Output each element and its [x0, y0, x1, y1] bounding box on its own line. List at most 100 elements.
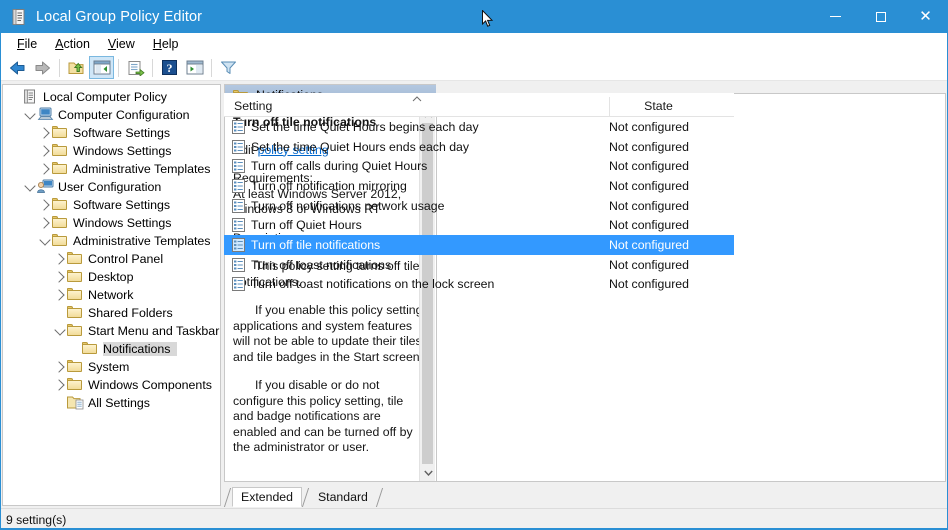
chevron-down-icon[interactable] — [22, 178, 37, 196]
console-tree-pane[interactable]: Local Computer Policy Computer Configurat… — [2, 84, 221, 506]
minimize-button[interactable] — [813, 0, 858, 33]
chevron-right-icon[interactable] — [37, 214, 52, 232]
table-row[interactable]: Turn off tile notifications Not configure… — [224, 235, 734, 255]
menu-file[interactable]: File — [8, 35, 46, 53]
tab-leading-slash — [224, 487, 232, 507]
cell-state: Not configured — [609, 257, 689, 272]
tree-item-label: Start Menu and Taskbar — [88, 324, 220, 338]
tree-item-label: Administrative Templates — [73, 162, 211, 176]
show-hide-action-pane-icon[interactable] — [182, 56, 207, 79]
tree-item-all-settings[interactable]: All Settings — [3, 394, 220, 412]
maximize-button[interactable] — [858, 0, 903, 33]
back-icon[interactable] — [5, 56, 30, 79]
chevron-right-icon[interactable] — [52, 376, 67, 394]
table-row[interactable]: Turn off calls during Quiet Hours Not con… — [224, 156, 734, 176]
local-group-policy-editor-window: Local Group Policy Editor ✕ File Action … — [0, 0, 948, 530]
tree-item-administrative-templates[interactable]: Administrative Templates — [3, 232, 220, 250]
column-header-state-label: State — [644, 99, 673, 113]
tree-item-label: Desktop — [88, 270, 134, 284]
menu-view[interactable]: View — [99, 35, 144, 53]
cell-state: Not configured — [609, 119, 689, 134]
tree-item-software-settings[interactable]: Software Settings — [3, 124, 220, 142]
tree-item-shared-folders[interactable]: Shared Folders — [3, 304, 220, 322]
table-row[interactable]: Turn off Quiet Hours Not configured — [224, 215, 734, 235]
folder-icon — [67, 305, 84, 321]
setting-name: Turn off toast notifications — [251, 257, 392, 272]
menu-help[interactable]: Help — [144, 35, 188, 53]
all-settings-icon — [67, 395, 84, 411]
chevron-down-icon[interactable] — [22, 106, 37, 124]
export-list-icon[interactable] — [123, 56, 148, 79]
cell-setting: Turn off calls during Quiet Hours — [224, 159, 609, 174]
cell-state: Not configured — [609, 159, 689, 174]
filter-icon[interactable] — [216, 56, 241, 79]
tab-extended[interactable]: Extended — [232, 487, 302, 507]
tree-item-user-configuration[interactable]: User Configuration — [3, 178, 220, 196]
folder-icon — [67, 287, 84, 303]
tree-item-label: Software Settings — [73, 126, 171, 140]
chevron-down-icon[interactable] — [37, 232, 52, 250]
chevron-right-icon[interactable] — [52, 358, 67, 376]
tree-item-system[interactable]: System — [3, 358, 220, 376]
chevron-right-icon[interactable] — [52, 250, 67, 268]
policy-icon — [22, 89, 39, 105]
chevron-right-icon[interactable] — [37, 142, 52, 160]
menu-file-rest: ile — [24, 37, 38, 51]
column-header-setting[interactable]: Setting — [224, 95, 609, 116]
folder-icon — [52, 161, 69, 177]
result-pane: Notifications Turn off tile notification… — [224, 84, 946, 506]
tree-item-windows-settings[interactable]: Windows Settings — [3, 214, 220, 232]
close-button[interactable]: ✕ — [903, 0, 948, 33]
policy-setting-icon — [232, 159, 245, 174]
folder-icon — [67, 269, 84, 285]
chevron-right-icon[interactable] — [37, 196, 52, 214]
show-hide-console-tree-icon[interactable] — [89, 56, 114, 79]
cell-setting: Set the time Quiet Hours begins each day — [224, 119, 609, 134]
table-row[interactable]: Turn off notifications network usage Not … — [224, 196, 734, 216]
tree-item-notifications[interactable]: Notifications — [3, 340, 220, 358]
tree-item-desktop[interactable]: Desktop — [3, 268, 220, 286]
tree-item-control-panel[interactable]: Control Panel — [3, 250, 220, 268]
help-icon[interactable]: ? — [157, 56, 182, 79]
menu-action-rest: ction — [63, 37, 90, 51]
tree-item-label: Network — [88, 288, 134, 302]
policy-setting-icon — [232, 277, 245, 292]
chevron-right-icon[interactable] — [37, 160, 52, 178]
cell-state: Not configured — [609, 277, 689, 292]
tree-item-administrative-templates[interactable]: Administrative Templates — [3, 160, 220, 178]
table-row[interactable]: Turn off toast notifications on the lock… — [224, 275, 734, 295]
folder-icon — [67, 359, 84, 375]
chevron-right-icon[interactable] — [52, 268, 67, 286]
cell-state: Not configured — [609, 178, 689, 193]
table-row[interactable]: Turn off toast notifications Not configur… — [224, 255, 734, 275]
description-paragraph-3: If you disable or do not configure this … — [233, 378, 413, 454]
tree-item-computer-configuration[interactable]: Computer Configuration — [3, 106, 220, 124]
tree-item-network[interactable]: Network — [3, 286, 220, 304]
table-row[interactable]: Set the time Quiet Hours ends each day No… — [224, 137, 734, 157]
description-paragraph-2: If you enable this policy setting, appli… — [233, 303, 426, 364]
cell-state: Not configured — [609, 139, 689, 154]
table-row[interactable]: Set the time Quiet Hours begins each day… — [224, 117, 734, 137]
forward-icon[interactable] — [30, 56, 55, 79]
tree-item-software-settings[interactable]: Software Settings — [3, 196, 220, 214]
chevron-down-icon[interactable] — [52, 322, 67, 340]
tree-item-windows-settings[interactable]: Windows Settings — [3, 142, 220, 160]
settings-list-header: Setting State — [224, 93, 734, 117]
tree-item-windows-components[interactable]: Windows Components — [3, 376, 220, 394]
tree-item-start-menu-and-taskbar[interactable]: Start Menu and Taskbar — [3, 322, 220, 340]
folder-icon — [52, 143, 69, 159]
scroll-down-icon[interactable] — [420, 464, 436, 481]
cell-setting: Turn off Quiet Hours — [224, 218, 609, 233]
chevron-right-icon[interactable] — [37, 124, 52, 142]
up-one-level-icon[interactable] — [64, 56, 89, 79]
tab-extended-label: Extended — [241, 490, 293, 504]
policy-setting-icon — [232, 237, 245, 252]
menu-action[interactable]: Action — [46, 35, 99, 53]
column-header-state[interactable]: State — [609, 97, 707, 116]
chevron-right-icon[interactable] — [52, 286, 67, 304]
sort-ascending-icon — [412, 95, 422, 105]
tree-item-local-computer-policy[interactable]: Local Computer Policy — [3, 88, 220, 106]
tab-standard[interactable]: Standard — [310, 487, 376, 507]
table-row[interactable]: Turn off notification mirroring Not confi… — [224, 176, 734, 196]
